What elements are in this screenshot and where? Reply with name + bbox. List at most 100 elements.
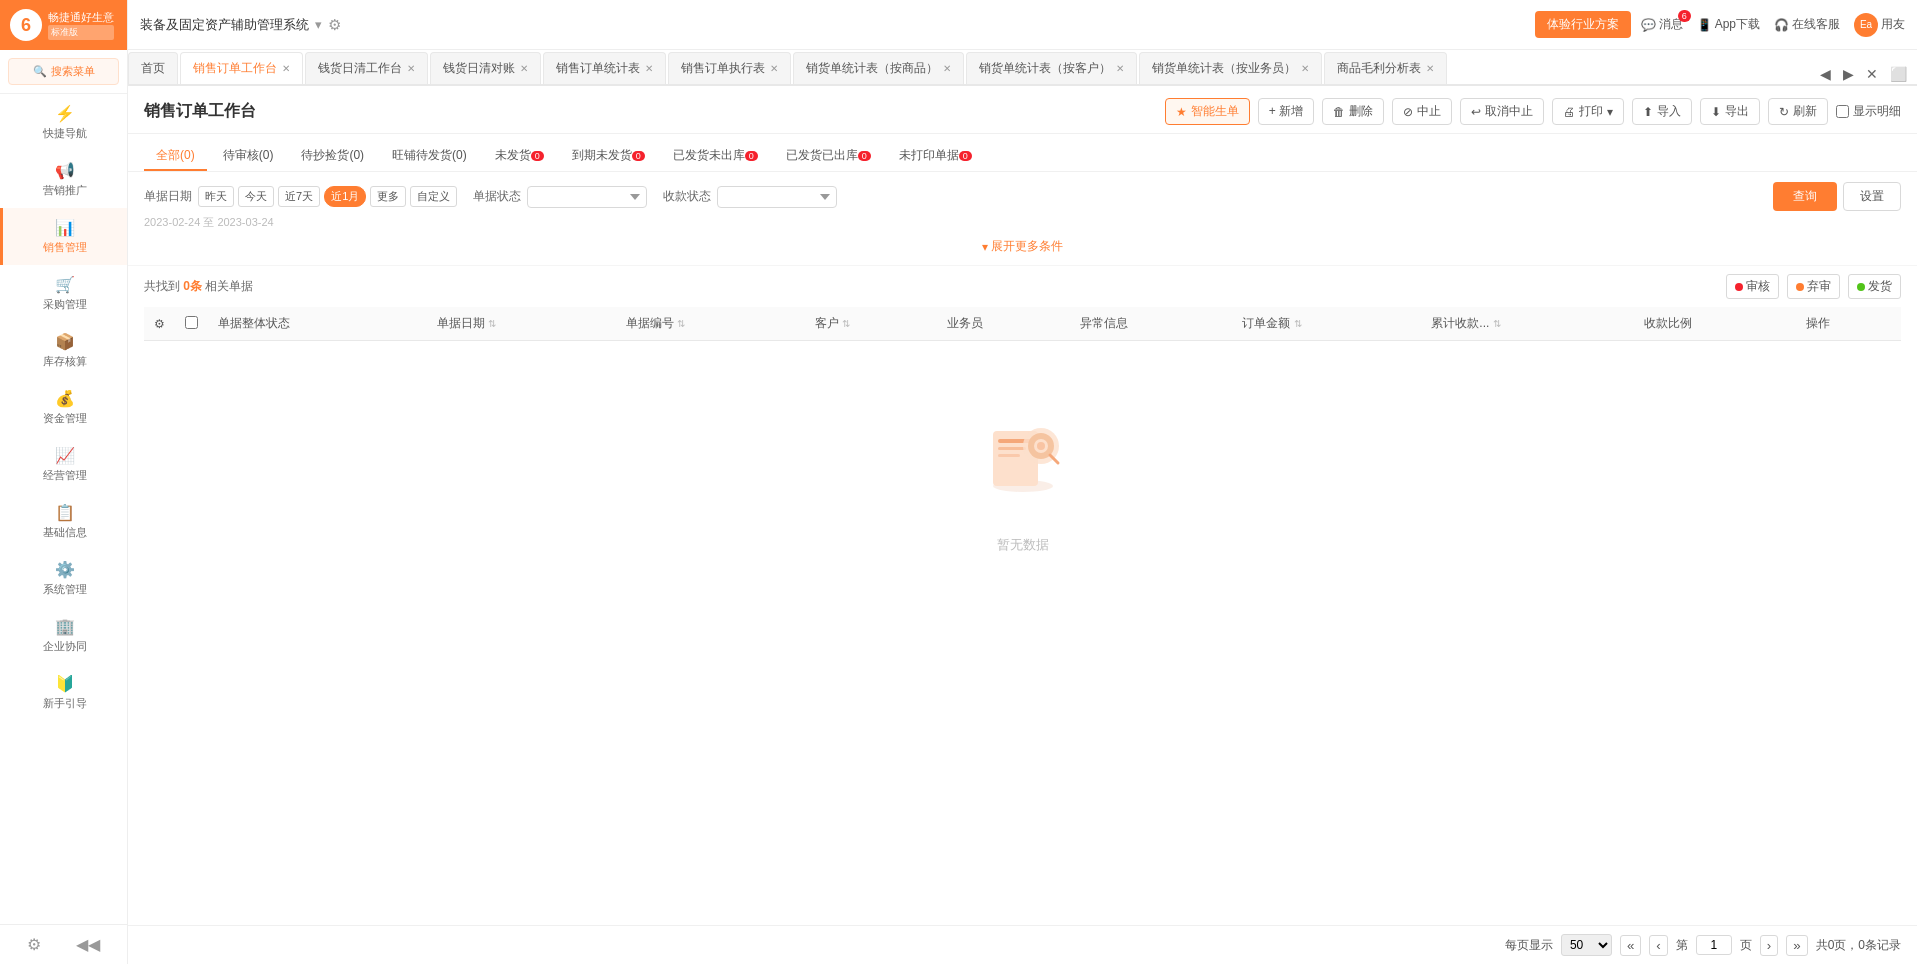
import-button[interactable]: ⬆ 导入 bbox=[1632, 98, 1692, 125]
show-detail-checkbox[interactable] bbox=[1836, 105, 1849, 118]
col-number[interactable]: 单据编号 ⇅ bbox=[616, 307, 805, 341]
col-date[interactable]: 单据日期 ⇅ bbox=[427, 307, 616, 341]
topbar-dropdown-icon[interactable]: ▾ bbox=[315, 17, 322, 32]
subtab-pending-inspect[interactable]: 待抄捡货(0) bbox=[289, 142, 376, 171]
search-menu-button[interactable]: 🔍 搜索菜单 bbox=[8, 58, 119, 85]
sidebar-item-operation[interactable]: 📈 经营管理 bbox=[0, 436, 127, 493]
delete-button[interactable]: 🗑 删除 bbox=[1322, 98, 1384, 125]
col-settings[interactable]: ⚙ bbox=[144, 307, 175, 341]
sidebar-item-sales[interactable]: 📊 销售管理 bbox=[0, 208, 127, 265]
tab-sales-stats-close[interactable]: ✕ bbox=[645, 63, 653, 74]
tab-sales-summary-product-close[interactable]: ✕ bbox=[943, 63, 951, 74]
app-download-action[interactable]: 📱 App下载 bbox=[1697, 16, 1760, 33]
select-all-checkbox[interactable] bbox=[185, 316, 198, 329]
page-number-input[interactable] bbox=[1696, 935, 1732, 955]
topbar-gear-icon[interactable]: ⚙ bbox=[328, 16, 341, 34]
tab-sales-stats[interactable]: 销售订单统计表 ✕ bbox=[543, 52, 666, 84]
tab-cash-reconcile-close[interactable]: ✕ bbox=[520, 63, 528, 74]
audit-button[interactable]: 审核 bbox=[1726, 274, 1779, 299]
tab-sales-summary-customer-label: 销货单统计表（按客户） bbox=[979, 60, 1111, 77]
new-button[interactable]: + 新增 bbox=[1258, 98, 1314, 125]
smart-order-label: 智能生单 bbox=[1191, 103, 1239, 120]
tab-home[interactable]: 首页 bbox=[128, 52, 178, 84]
page-size-select[interactable]: 50 10 20 100 bbox=[1561, 934, 1612, 956]
date-btn-7days[interactable]: 近7天 bbox=[278, 186, 320, 207]
filter-settings-button[interactable]: 设置 bbox=[1843, 182, 1901, 211]
date-btn-more[interactable]: 更多 bbox=[370, 186, 406, 207]
date-btn-custom[interactable]: 自定义 bbox=[410, 186, 457, 207]
payment-select[interactable] bbox=[717, 186, 837, 208]
expand-down-icon: ▾ bbox=[982, 240, 988, 254]
stop-button[interactable]: ⊘ 中止 bbox=[1392, 98, 1452, 125]
sidebar-item-guide[interactable]: 🔰 新手引导 bbox=[0, 664, 127, 721]
date-btn-1month[interactable]: 近1月 bbox=[324, 186, 366, 207]
tab-nav-next[interactable]: ▶ bbox=[1839, 64, 1858, 84]
sidebar-item-quick[interactable]: ⚡ 快捷导航 bbox=[0, 94, 127, 151]
tab-sales-exec-close[interactable]: ✕ bbox=[770, 63, 778, 74]
show-detail-checkbox-label[interactable]: 显示明细 bbox=[1836, 103, 1901, 120]
tab-sales-workbench[interactable]: 销售订单工作台 ✕ bbox=[180, 52, 303, 84]
sidebar-item-marketing[interactable]: 📢 营销推广 bbox=[0, 151, 127, 208]
ship-button[interactable]: 发货 bbox=[1848, 274, 1901, 299]
collapse-icon[interactable]: ◀◀ bbox=[76, 935, 100, 954]
sidebar-item-enterprise[interactable]: 🏢 企业协同 bbox=[0, 607, 127, 664]
sidebar-item-basic[interactable]: 📋 基础信息 bbox=[0, 493, 127, 550]
user-action[interactable]: Ea 用友 bbox=[1854, 13, 1905, 37]
tab-gross-margin-close[interactable]: ✕ bbox=[1426, 63, 1434, 74]
star-icon: ★ bbox=[1176, 105, 1187, 119]
col-received[interactable]: 累计收款... ⇅ bbox=[1421, 307, 1634, 341]
trial-button[interactable]: 体验行业方案 bbox=[1535, 11, 1631, 38]
prev-page-button[interactable]: ‹ bbox=[1649, 935, 1667, 956]
tab-nav-prev[interactable]: ◀ bbox=[1816, 64, 1835, 84]
tab-cash-daily[interactable]: 钱货日清工作台 ✕ bbox=[305, 52, 428, 84]
sidebar-item-purchase[interactable]: 🛒 采购管理 bbox=[0, 265, 127, 322]
tab-sales-summary-staff-close[interactable]: ✕ bbox=[1301, 63, 1309, 74]
subtab-pending-review[interactable]: 待审核(0) bbox=[211, 142, 286, 171]
query-button[interactable]: 查询 bbox=[1773, 182, 1837, 211]
tab-sales-summary-staff[interactable]: 销货单统计表（按业务员） ✕ bbox=[1139, 52, 1322, 84]
print-button[interactable]: 🖨 打印 ▾ bbox=[1552, 98, 1624, 125]
status-select[interactable] bbox=[527, 186, 647, 208]
subtab-not-shipped[interactable]: 未发货0 bbox=[483, 142, 556, 171]
sidebar-item-inventory[interactable]: 📦 库存核算 bbox=[0, 322, 127, 379]
abandon-button[interactable]: 弃审 bbox=[1787, 274, 1840, 299]
sidebar-item-system[interactable]: ⚙️ 系统管理 bbox=[0, 550, 127, 607]
col-ratio-label: 收款比例 bbox=[1644, 316, 1692, 330]
first-page-button[interactable]: « bbox=[1620, 935, 1641, 956]
message-action[interactable]: 💬 消息 6 bbox=[1641, 16, 1683, 33]
tab-sales-summary-customer-close[interactable]: ✕ bbox=[1116, 63, 1124, 74]
tab-sales-workbench-close[interactable]: ✕ bbox=[282, 63, 290, 74]
count-number: 0条 bbox=[183, 279, 202, 293]
empty-illustration bbox=[973, 401, 1073, 520]
subtab-shipped-out[interactable]: 已发货已出库0 bbox=[774, 142, 883, 171]
sidebar-item-finance[interactable]: 💰 资金管理 bbox=[0, 379, 127, 436]
settings-gear-icon[interactable]: ⚙ bbox=[27, 935, 41, 954]
subtab-shipped-not-out[interactable]: 已发货未出库0 bbox=[661, 142, 770, 171]
next-page-button[interactable]: › bbox=[1760, 935, 1778, 956]
subtab-overdue-not-shipped[interactable]: 到期未发货0 bbox=[560, 142, 657, 171]
not-printed-badge: 0 bbox=[959, 151, 972, 161]
tab-sales-summary-product[interactable]: 销货单统计表（按商品） ✕ bbox=[793, 52, 964, 84]
tab-nav-maximize[interactable]: ⬜ bbox=[1886, 64, 1911, 84]
export-button[interactable]: ⬇ 导出 bbox=[1700, 98, 1760, 125]
tab-sales-exec[interactable]: 销售订单执行表 ✕ bbox=[668, 52, 791, 84]
tab-gross-margin[interactable]: 商品毛利分析表 ✕ bbox=[1324, 52, 1447, 84]
tab-sales-summary-customer[interactable]: 销货单统计表（按客户） ✕ bbox=[966, 52, 1137, 84]
subtab-all[interactable]: 全部(0) bbox=[144, 142, 207, 171]
date-btn-yesterday[interactable]: 昨天 bbox=[198, 186, 234, 207]
cancel-stop-button[interactable]: ↩ 取消中止 bbox=[1460, 98, 1544, 125]
service-action[interactable]: 🎧 在线客服 bbox=[1774, 16, 1840, 33]
tab-home-label: 首页 bbox=[141, 60, 165, 77]
expand-filter-button[interactable]: ▾ 展开更多条件 bbox=[982, 238, 1063, 255]
col-customer[interactable]: 客户 ⇅ bbox=[805, 307, 937, 341]
subtab-wangpu[interactable]: 旺铺待发货(0) bbox=[380, 142, 479, 171]
tab-cash-reconcile[interactable]: 钱货日清对账 ✕ bbox=[430, 52, 541, 84]
tab-nav-close-all[interactable]: ✕ bbox=[1862, 64, 1882, 84]
tab-cash-daily-close[interactable]: ✕ bbox=[407, 63, 415, 74]
smart-order-button[interactable]: ★ 智能生单 bbox=[1165, 98, 1250, 125]
refresh-button[interactable]: ↻ 刷新 bbox=[1768, 98, 1828, 125]
last-page-button[interactable]: » bbox=[1786, 935, 1807, 956]
subtab-not-printed[interactable]: 未打印单据0 bbox=[887, 142, 984, 171]
col-amount[interactable]: 订单金额 ⇅ bbox=[1232, 307, 1421, 341]
date-btn-today[interactable]: 今天 bbox=[238, 186, 274, 207]
